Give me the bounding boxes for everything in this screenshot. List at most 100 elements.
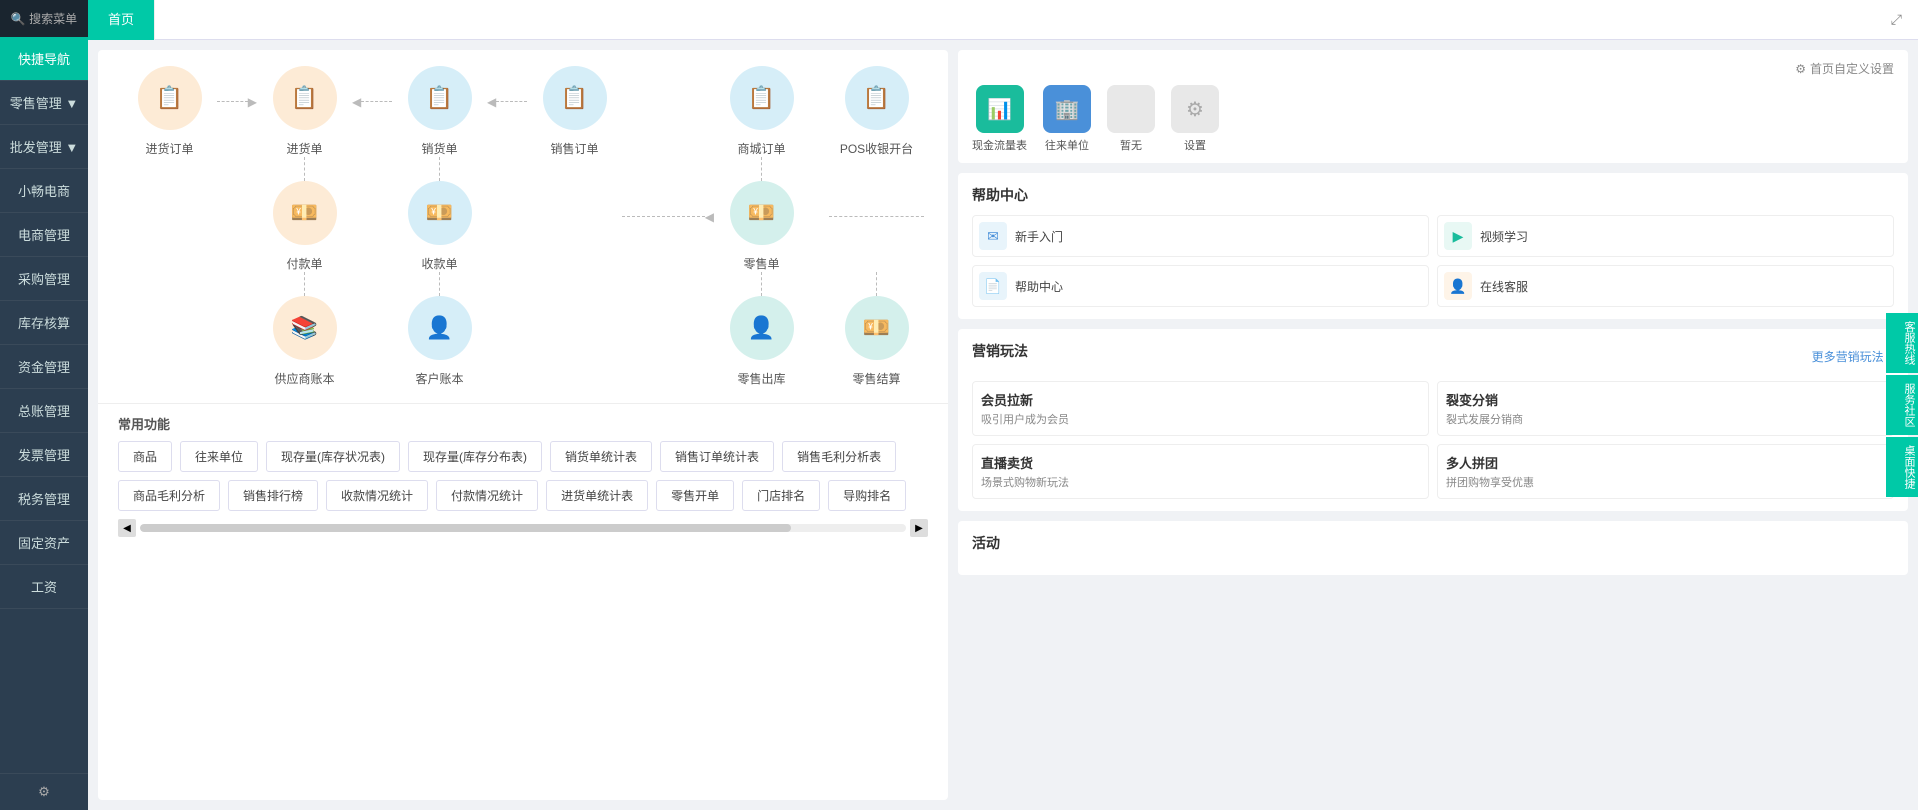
tab-home[interactable]: 首页 — [88, 0, 155, 40]
help-center-title: 帮助中心 — [972, 185, 1894, 205]
function-button[interactable]: 销货单统计表 — [550, 441, 652, 472]
sidebar-item[interactable]: 固定资产 — [0, 521, 88, 565]
flow-node-supplier[interactable]: 📚 供应商账本 — [257, 296, 352, 387]
flow-node-retail-out[interactable]: 👤 零售出库 — [714, 296, 809, 387]
flow-node-jinhuo-order[interactable]: 📋 进货订单 — [122, 66, 217, 157]
sale-order-icon: 📋 — [543, 66, 607, 130]
sidebar-settings[interactable]: ⚙ — [0, 773, 88, 810]
right-panel: ⚙ 首页自定义设置 📊现金流量表 🏢往来单位暂无 ⚙设置 帮助中心 ✉新手入门▶视频… — [958, 50, 1908, 800]
sidebar-item[interactable]: 总账管理 — [0, 389, 88, 433]
function-button[interactable]: 销售排行榜 — [228, 480, 318, 511]
function-button[interactable]: 进货单统计表 — [546, 480, 648, 511]
function-button[interactable]: 现存量(库存状况表) — [266, 441, 400, 472]
sidebar-item[interactable]: 批发管理 ▼ — [0, 125, 88, 169]
help-item-icon: ▶ — [1444, 222, 1472, 250]
marketing-item[interactable]: 裂变分销裂式发展分销商 — [1437, 381, 1894, 436]
sidebar-item[interactable]: 电商管理 — [0, 213, 88, 257]
customer-icon: 👤 — [408, 296, 472, 360]
qa-settings-label[interactable]: 首页自定义设置 — [1810, 60, 1894, 77]
flow-node-customer[interactable]: 👤 客户账本 — [392, 296, 487, 387]
vline-jinhuo — [304, 157, 305, 181]
float-button[interactable]: 桌面快捷 — [1886, 437, 1918, 497]
marketing-item[interactable]: 直播卖货场景式购物新玩法 — [972, 444, 1429, 499]
vline-pay — [304, 272, 305, 296]
sidebar-item[interactable]: 小畅电商 — [0, 169, 88, 213]
more-marketing-link[interactable]: 更多营销玩法 > — [1812, 348, 1894, 365]
scroll-right-button[interactable]: ▶ — [910, 519, 928, 537]
qa-item[interactable]: 📊现金流量表 — [972, 85, 1027, 153]
sidebar-item[interactable]: 库存核算 — [0, 301, 88, 345]
flow-node-collect[interactable]: 💴 收款单 — [392, 181, 487, 272]
sidebar-items: 零售管理 ▼批发管理 ▼小畅电商电商管理采购管理库存核算资金管理总账管理发票管理… — [0, 81, 88, 609]
help-item-label: 帮助中心 — [1015, 278, 1063, 295]
help-items-grid: ✉新手入门▶视频学习📄帮助中心👤在线客服 — [972, 215, 1894, 307]
sidebar-search[interactable]: 🔍 搜索菜单 — [0, 0, 88, 37]
marketing-item[interactable]: 会员拉新吸引用户成为会员 — [972, 381, 1429, 436]
vline-xiaohuo — [439, 157, 440, 181]
function-buttons-grid: 商品往来单位现存量(库存状况表)现存量(库存分布表)销货单统计表销售订单统计表销… — [118, 441, 928, 511]
topbar-right: ⤢ — [1887, 7, 1918, 32]
scroll-left-button[interactable]: ◀ — [118, 519, 136, 537]
flow-node-pay[interactable]: 💴 付款单 — [257, 181, 352, 272]
flow-node-jinhuo[interactable]: 📋 进货单 — [257, 66, 352, 157]
function-button[interactable]: 商品毛利分析 — [118, 480, 220, 511]
sidebar-nav-item[interactable]: 快捷导航 — [0, 37, 88, 81]
sidebar-item[interactable]: 税务管理 — [0, 477, 88, 521]
float-button[interactable]: 服务社区 — [1886, 375, 1918, 435]
flow-node-pos[interactable]: 📋 POS收银开台 — [829, 66, 924, 157]
scroll-track[interactable] — [140, 524, 906, 532]
marketing-item-sub: 场景式购物新玩法 — [981, 474, 1420, 490]
vline-mall — [761, 157, 762, 181]
flow-node-sale-order[interactable]: 📋 销售订单 — [527, 66, 622, 157]
function-button[interactable]: 付款情况统计 — [436, 480, 538, 511]
settings-gear-icon: ⚙ — [1795, 62, 1806, 76]
qa-item-label: 暂无 — [1120, 137, 1142, 153]
mall-order-icon: 📋 — [730, 66, 794, 130]
pay-icon: 💴 — [273, 181, 337, 245]
function-button[interactable]: 门店排名 — [742, 480, 820, 511]
flow-node-xiaohuo[interactable]: 📋 销货单 — [392, 66, 487, 157]
sidebar-item[interactable]: 资金管理 — [0, 345, 88, 389]
function-button[interactable]: 收款情况统计 — [326, 480, 428, 511]
topbar: 首页 ⤢ — [88, 0, 1918, 40]
sidebar-item[interactable]: 发票管理 — [0, 433, 88, 477]
retail-out-icon: 👤 — [730, 296, 794, 360]
help-item[interactable]: ✉新手入门 — [972, 215, 1429, 257]
function-button[interactable]: 商品 — [118, 441, 172, 472]
help-item[interactable]: 👤在线客服 — [1437, 265, 1894, 307]
function-button[interactable]: 零售开单 — [656, 480, 734, 511]
sidebar-item[interactable]: 工资 — [0, 565, 88, 609]
quick-access-section: ⚙ 首页自定义设置 📊现金流量表 🏢往来单位暂无 ⚙设置 — [958, 50, 1908, 163]
marketing-section: 营销玩法 更多营销玩法 > 会员拉新吸引用户成为会员裂变分销裂式发展分销商直播卖… — [958, 329, 1908, 511]
main: 首页 ⤢ 📋 进货订单 ▶ — [88, 0, 1918, 810]
flow-node-retail[interactable]: 💴 零售单 — [714, 181, 809, 272]
qa-item[interactable]: 🏢往来单位 — [1043, 85, 1091, 153]
function-button[interactable]: 往来单位 — [180, 441, 258, 472]
fullscreen-button[interactable]: ⤢ — [1887, 7, 1906, 32]
vlines-row1 — [122, 157, 924, 181]
sidebar-item[interactable]: 采购管理 — [0, 257, 88, 301]
function-button[interactable]: 销售毛利分析表 — [782, 441, 896, 472]
marketing-grid: 会员拉新吸引用户成为会员裂变分销裂式发展分销商直播卖货场景式购物新玩法多人拼团拼… — [972, 381, 1894, 499]
function-button[interactable]: 销售订单统计表 — [660, 441, 774, 472]
sidebar-item[interactable]: 零售管理 ▼ — [0, 81, 88, 125]
float-button[interactable]: 客服热线 — [1886, 313, 1918, 373]
common-functions-section: 常用功能 商品往来单位现存量(库存状况表)现存量(库存分布表)销货单统计表销售订… — [98, 403, 948, 547]
function-button[interactable]: 现存量(库存分布表) — [408, 441, 542, 472]
flow-row-2: 💴 付款单 💴 收款单 ◀ 💴 — [122, 181, 924, 272]
content-area: 📋 进货订单 ▶ 📋 进货单 ◀ — [88, 40, 1918, 810]
help-item[interactable]: 📄帮助中心 — [972, 265, 1429, 307]
function-button[interactable]: 导购排名 — [828, 480, 906, 511]
flow-node-retail-settle[interactable]: 💴 零售结算 — [829, 296, 924, 387]
help-item-label: 新手入门 — [1015, 228, 1063, 245]
marketing-item[interactable]: 多人拼团拼团购物享受优惠 — [1437, 444, 1894, 499]
sidebar-search-label: 搜索菜单 — [29, 12, 77, 26]
flow-node-mall-order[interactable]: 📋 商城订单 — [714, 66, 809, 157]
marketing-header: 营销玩法 更多营销玩法 > — [972, 341, 1894, 371]
qa-item[interactable]: ⚙设置 — [1171, 85, 1219, 153]
qa-item[interactable]: 暂无 — [1107, 85, 1155, 153]
help-item[interactable]: ▶视频学习 — [1437, 215, 1894, 257]
qa-header: ⚙ 首页自定义设置 — [972, 60, 1894, 77]
float-buttons: 客服热线服务社区桌面快捷 — [1886, 313, 1918, 497]
left-panel: 📋 进货订单 ▶ 📋 进货单 ◀ — [98, 50, 948, 800]
